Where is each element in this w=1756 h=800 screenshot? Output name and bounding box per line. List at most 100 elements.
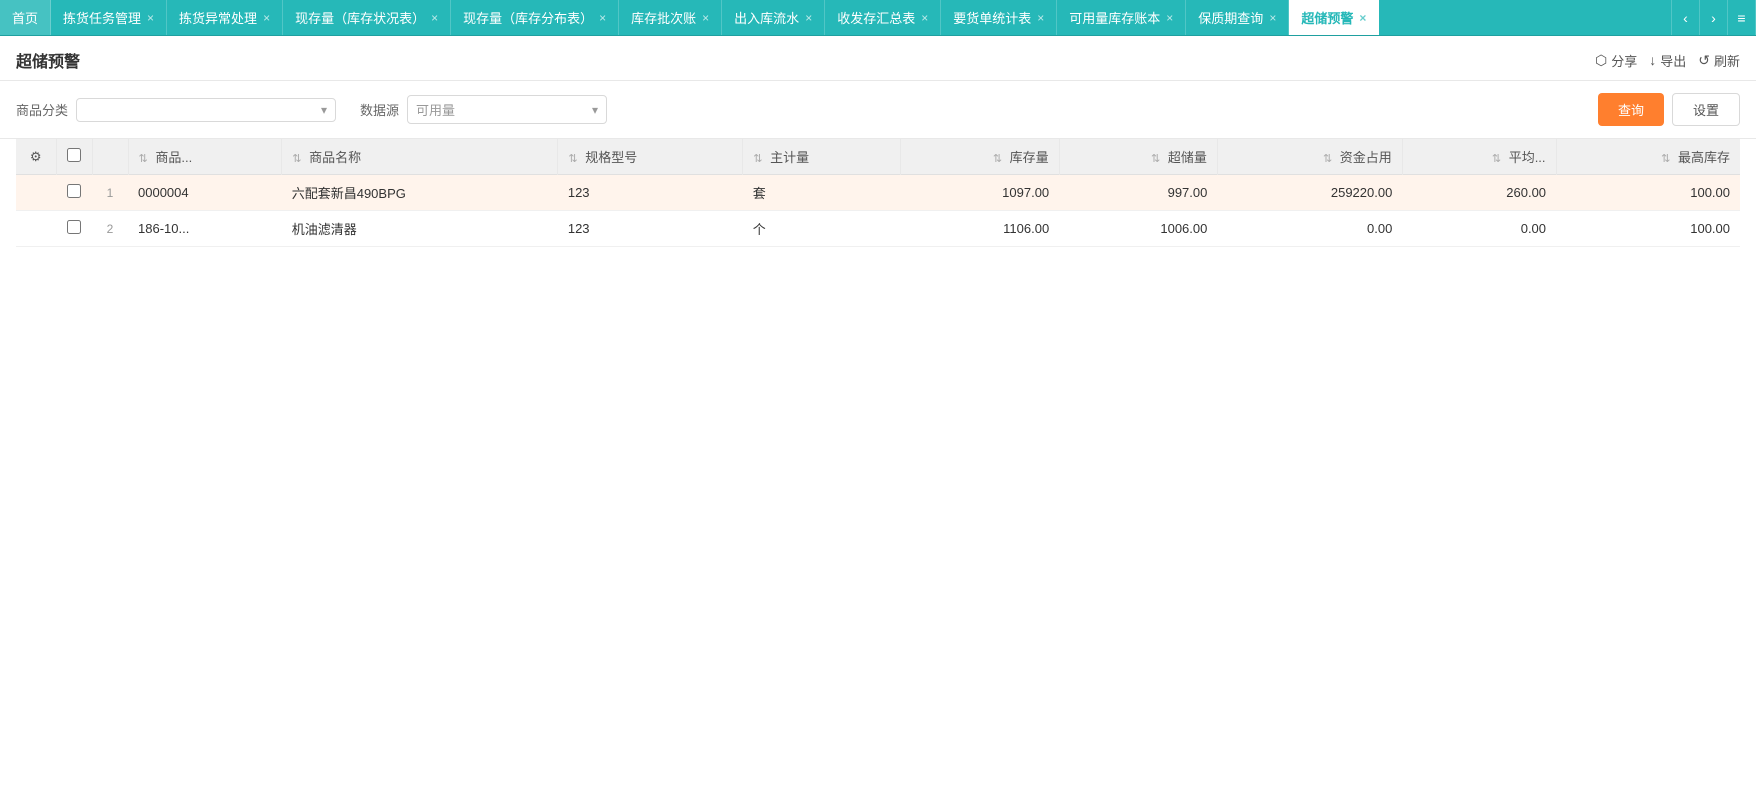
nav-tab-close-quality-check[interactable]: × <box>1269 11 1276 25</box>
nav-tab-close-stock-dist[interactable]: × <box>599 11 606 25</box>
nav-tab-label: 出入库流水 <box>734 8 799 27</box>
td-stock-qty-0: 1097.00 <box>901 175 1059 211</box>
th-capital-occupied[interactable]: ⇅ 资金占用 <box>1217 139 1402 175</box>
nav-tab-home[interactable]: 首页 <box>0 0 51 36</box>
nav-tab-inout-flow[interactable]: 出入库流水 × <box>722 0 825 36</box>
td-spec-0: 123 <box>558 175 743 211</box>
td-spec-1: 123 <box>558 211 743 247</box>
nav-tab-recv-send[interactable]: 收发存汇总表 × <box>825 0 941 36</box>
nav-tab-stock-dist[interactable]: 现存量（库存分布表）× <box>451 0 619 36</box>
datasource-select-value: 可用量 <box>416 100 455 119</box>
th-product-code[interactable]: ⇅ 商品... <box>128 139 282 175</box>
td-seq-1: 2 <box>92 211 128 247</box>
export-icon: ↓ <box>1649 52 1656 68</box>
nav-tab-stock-status[interactable]: 现存量（库存状况表） × <box>283 0 451 36</box>
nav-tab-order-stats[interactable]: 要货单统计表 × <box>941 0 1057 36</box>
th-overstock-qty[interactable]: ⇅ 超储量 <box>1059 139 1217 175</box>
sort-icon-spec: ⇅ <box>568 153 577 165</box>
nav-tab-close-task-mgmt[interactable]: × <box>147 11 154 25</box>
td-check-1[interactable] <box>56 211 92 247</box>
td-max-stock-0: 100.00 <box>1556 175 1740 211</box>
datasource-select[interactable]: 可用量 ▾ <box>407 95 607 124</box>
th-stock-qty[interactable]: ⇅ 库存量 <box>901 139 1059 175</box>
nav-tab-close-inout-flow[interactable]: × <box>805 11 812 25</box>
nav-tab-label: 库存批次账 <box>631 8 696 27</box>
th-checkbox[interactable] <box>56 139 92 175</box>
nav-tab-quality-check[interactable]: 保质期查询× <box>1186 0 1289 36</box>
td-seq-0: 1 <box>92 175 128 211</box>
nav-menu-arrow[interactable]: ≡ <box>1728 0 1756 36</box>
td-stock-qty-1: 1106.00 <box>901 211 1059 247</box>
nav-tab-task-mgmt[interactable]: 拣货任务管理 × <box>51 0 167 36</box>
nav-tab-stock-batch[interactable]: 库存批次账 × <box>619 0 722 36</box>
query-button[interactable]: 查询 <box>1598 93 1664 126</box>
sort-icon-product-code: ⇅ <box>139 153 148 165</box>
sort-icon-unit: ⇅ <box>753 153 762 165</box>
filter-actions: 查询 设置 <box>1598 93 1740 126</box>
table-row: 1 0000004 六配套新昌490BPG 123 套 1097.00 997.… <box>16 175 1740 211</box>
nav-tab-label: 拣货任务管理 <box>63 8 141 27</box>
export-button[interactable]: ↓ 导出 <box>1649 51 1686 70</box>
nav-tab-overstock-alert[interactable]: 超储预警× <box>1289 0 1379 36</box>
nav-tab-close-stock-batch[interactable]: × <box>702 11 709 25</box>
th-avg-price[interactable]: ⇅ 平均... <box>1402 139 1556 175</box>
nav-tab-label: 现存量（库存状况表） <box>295 8 425 27</box>
nav-tab-close-overstock-alert[interactable]: × <box>1359 11 1366 25</box>
header-actions: ⬡ 分享 ↓ 导出 ↺ 刷新 <box>1595 51 1740 70</box>
td-overstock-qty-0: 997.00 <box>1059 175 1217 211</box>
nav-tab-close-abnormal[interactable]: × <box>263 11 270 25</box>
td-product-name-0: 六配套新昌490BPG <box>282 175 558 211</box>
th-unit[interactable]: ⇅ 主计量 <box>743 139 901 175</box>
main-content: 超储预警 ⬡ 分享 ↓ 导出 ↺ 刷新 商品分类 ▾ 数据源 <box>0 36 1756 800</box>
td-avg-price-0: 260.00 <box>1402 175 1556 211</box>
sort-icon-product-name: ⇅ <box>292 153 301 165</box>
sort-icon-avg-price: ⇅ <box>1492 153 1501 165</box>
category-chevron-icon: ▾ <box>321 103 327 117</box>
nav-tab-close-avail-stock[interactable]: × <box>1166 11 1173 25</box>
td-overstock-qty-1: 1006.00 <box>1059 211 1217 247</box>
page-title: 超储预警 <box>16 48 80 72</box>
nav-right-arrow[interactable]: › <box>1700 0 1728 36</box>
top-nav: 首页拣货任务管理×拣货异常处理×现存量（库存状况表）×现存量（库存分布表）×库存… <box>0 0 1756 36</box>
header-checkbox[interactable] <box>67 148 81 162</box>
td-product-name-1: 机油滤清器 <box>282 211 558 247</box>
page-header: 超储预警 ⬡ 分享 ↓ 导出 ↺ 刷新 <box>0 36 1756 81</box>
table-container: ⚙ ⇅ 商品... ⇅ 商品名称 ⇅ <box>0 139 1756 247</box>
settings-button[interactable]: 设置 <box>1672 93 1740 126</box>
gear-icon: ⚙ <box>30 149 42 164</box>
td-gear-0 <box>16 175 56 211</box>
filter-row: 商品分类 ▾ 数据源 可用量 ▾ 查询 设置 <box>0 81 1756 139</box>
td-capital-occupied-1: 0.00 <box>1217 211 1402 247</box>
nav-tab-close-recv-send[interactable]: × <box>921 11 928 25</box>
td-avg-price-1: 0.00 <box>1402 211 1556 247</box>
th-max-stock[interactable]: ⇅ 最高库存 <box>1556 139 1740 175</box>
share-button[interactable]: ⬡ 分享 <box>1595 51 1637 70</box>
sort-icon-max-stock: ⇅ <box>1661 153 1670 165</box>
row-checkbox-1[interactable] <box>67 220 81 234</box>
td-gear-1 <box>16 211 56 247</box>
share-icon: ⬡ <box>1595 52 1607 69</box>
nav-left-arrow[interactable]: ‹ <box>1672 0 1700 36</box>
table-row: 2 186-10... 机油滤清器 123 个 1106.00 1006.00 … <box>16 211 1740 247</box>
row-checkbox-0[interactable] <box>67 184 81 198</box>
th-product-name[interactable]: ⇅ 商品名称 <box>282 139 558 175</box>
nav-tab-label: 要货单统计表 <box>953 8 1031 27</box>
td-check-0[interactable] <box>56 175 92 211</box>
nav-tab-label: 可用量库存账本 <box>1069 8 1160 27</box>
th-gear[interactable]: ⚙ <box>16 139 56 175</box>
data-table: ⚙ ⇅ 商品... ⇅ 商品名称 ⇅ <box>16 139 1740 247</box>
refresh-button[interactable]: ↺ 刷新 <box>1698 51 1740 70</box>
category-label: 商品分类 <box>16 100 68 119</box>
td-max-stock-1: 100.00 <box>1556 211 1740 247</box>
nav-tab-abnormal[interactable]: 拣货异常处理× <box>167 0 283 36</box>
nav-tab-close-order-stats[interactable]: × <box>1037 11 1044 25</box>
category-select[interactable]: ▾ <box>76 98 336 122</box>
sort-icon-stock-qty: ⇅ <box>993 153 1002 165</box>
sort-icon-overstock-qty: ⇅ <box>1151 153 1160 165</box>
nav-tab-avail-stock[interactable]: 可用量库存账本 × <box>1057 0 1186 36</box>
nav-tab-close-stock-status[interactable]: × <box>431 11 438 25</box>
th-spec[interactable]: ⇅ 规格型号 <box>558 139 743 175</box>
refresh-icon: ↺ <box>1698 52 1710 69</box>
td-product-code-1: 186-10... <box>128 211 282 247</box>
nav-tab-label: 收发存汇总表 <box>837 8 915 27</box>
